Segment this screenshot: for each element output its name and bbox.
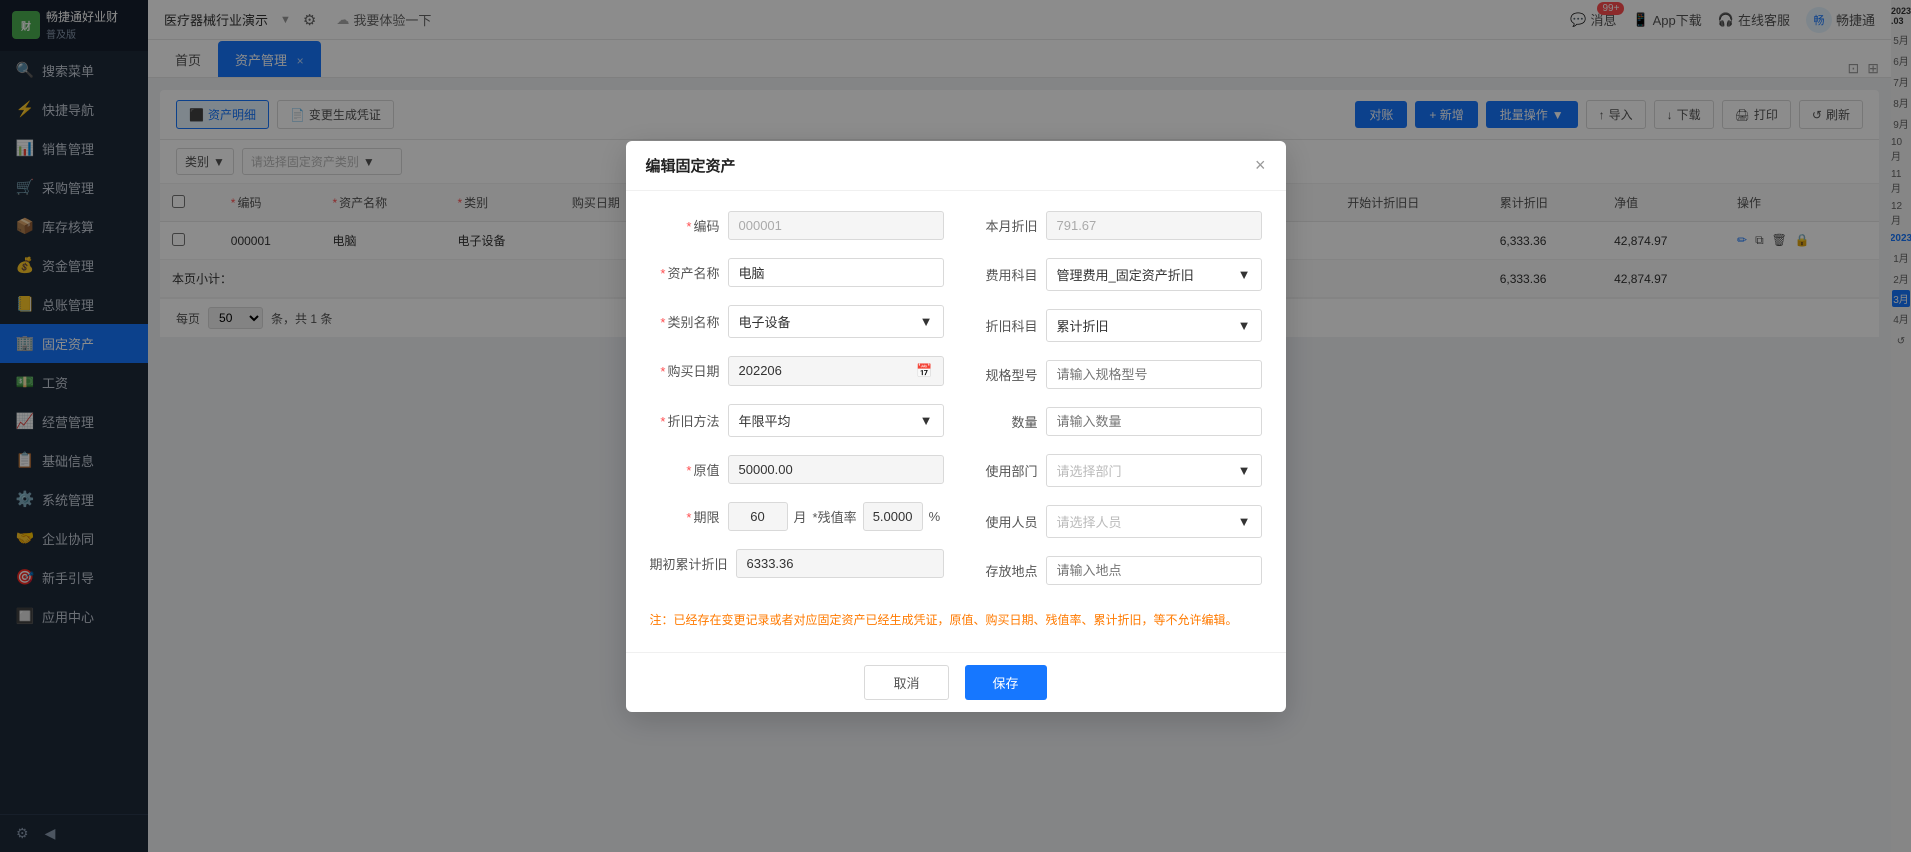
term-input[interactable] [728,502,788,531]
expense-subject-select[interactable]: 管理费用_固定资产折旧 ▼ [1046,258,1262,291]
category-select[interactable]: 电子设备 ▼ [728,305,944,338]
person-row: 使用人员 请选择人员 ▼ [968,505,1262,538]
depr-subject-value: 累计折旧 [1057,316,1109,335]
term-residual-row: *期限 月 *残值率 % [650,502,944,531]
person-label: 使用人员 [968,512,1038,531]
buy-date-row: *购买日期 202206 📅 [650,356,944,386]
location-input[interactable] [1046,556,1262,585]
term-label: *期限 [650,507,720,526]
depr-method-select[interactable]: 年限平均 ▼ [728,404,944,437]
category-chevron-icon: ▼ [920,314,933,329]
dept-placeholder: 请选择部门 [1057,461,1122,480]
code-row: *编码 [650,211,944,240]
expense-subject-label: 费用科目 [968,265,1038,284]
save-btn[interactable]: 保存 [965,665,1047,700]
modal-overlay: 编辑固定资产 × *编码 *资产名称 [0,0,1911,852]
spec-label: 规格型号 [968,365,1038,384]
asset-name-label: *资产名称 [650,263,720,282]
modal-right-col: 本月折旧 费用科目 管理费用_固定资产折旧 ▼ [968,211,1262,603]
dept-row: 使用部门 请选择部门 ▼ [968,454,1262,487]
quantity-label: 数量 [968,412,1038,431]
person-placeholder: 请选择人员 [1057,512,1122,531]
location-row: 存放地点 [968,556,1262,585]
expense-subject-value: 管理费用_固定资产折旧 [1057,265,1194,284]
accum-depr-label: 期初累计折旧 [650,554,728,573]
expense-subject-chevron-icon: ▼ [1238,267,1251,282]
residual-rate-label: *残值率 [813,507,857,526]
depr-method-chevron-icon: ▼ [920,413,933,428]
depr-method-value: 年限平均 [739,411,791,430]
accum-depr-row: 期初累计折旧 [650,549,944,578]
asset-name-row: *资产名称 [650,258,944,287]
term-unit: 月 [794,507,807,526]
spec-input[interactable] [1046,360,1262,389]
accum-depr-input[interactable] [736,549,944,578]
code-input[interactable] [728,211,944,240]
modal-left-col: *编码 *资产名称 *类别名称 [650,211,944,603]
original-row: *原值 [650,455,944,484]
dept-chevron-icon: ▼ [1238,463,1251,478]
calendar-icon: 📅 [916,363,932,379]
modal-title: 编辑固定资产 [646,155,736,176]
edit-asset-modal: 编辑固定资产 × *编码 *资产名称 [626,141,1286,712]
depr-method-row: *折旧方法 年限平均 ▼ [650,404,944,437]
modal-body: *编码 *资产名称 *类别名称 [626,191,1286,652]
depr-subject-row: 折旧科目 累计折旧 ▼ [968,309,1262,342]
asset-name-input[interactable] [728,258,944,287]
code-label: *编码 [650,216,720,235]
spec-row: 规格型号 [968,360,1262,389]
person-select[interactable]: 请选择人员 ▼ [1046,505,1262,538]
expense-subject-row: 费用科目 管理费用_固定资产折旧 ▼ [968,258,1262,291]
buy-date-input[interactable]: 202206 📅 [728,356,944,386]
category-select-value: 电子设备 [739,312,791,331]
residual-input[interactable] [863,502,923,531]
modal-footer: 取消 保存 [626,652,1286,712]
category-name-label: *类别名称 [650,312,720,331]
dept-select[interactable]: 请选择部门 ▼ [1046,454,1262,487]
buy-date-label: *购买日期 [650,361,720,380]
location-label: 存放地点 [968,561,1038,580]
modal-form-grid: *编码 *资产名称 *类别名称 [650,211,1262,603]
term-period: 月 *残值率 % [728,502,944,531]
cancel-btn[interactable]: 取消 [864,665,948,700]
quantity-row: 数量 [968,407,1262,436]
original-input[interactable] [728,455,944,484]
residual-pct: % [929,509,941,524]
original-label: *原值 [650,460,720,479]
modal-close-btn[interactable]: × [1255,155,1266,176]
category-row: *类别名称 电子设备 ▼ [650,305,944,338]
person-chevron-icon: ▼ [1238,514,1251,529]
depr-subject-chevron-icon: ▼ [1238,318,1251,333]
monthly-depr-input[interactable] [1046,211,1262,240]
depr-subject-label: 折旧科目 [968,316,1038,335]
buy-date-value: 202206 [739,363,782,378]
monthly-depr-label: 本月折旧 [968,216,1038,235]
depr-subject-select[interactable]: 累计折旧 ▼ [1046,309,1262,342]
monthly-depr-row: 本月折旧 [968,211,1262,240]
modal-header: 编辑固定资产 × [626,141,1286,191]
depr-method-label: *折旧方法 [650,411,720,430]
dept-label: 使用部门 [968,461,1038,480]
quantity-input[interactable] [1046,407,1262,436]
modal-note: 注：已经存在变更记录或者对应固定资产已经生成凭证，原值、购买日期、残值率、累计折… [650,603,1262,632]
